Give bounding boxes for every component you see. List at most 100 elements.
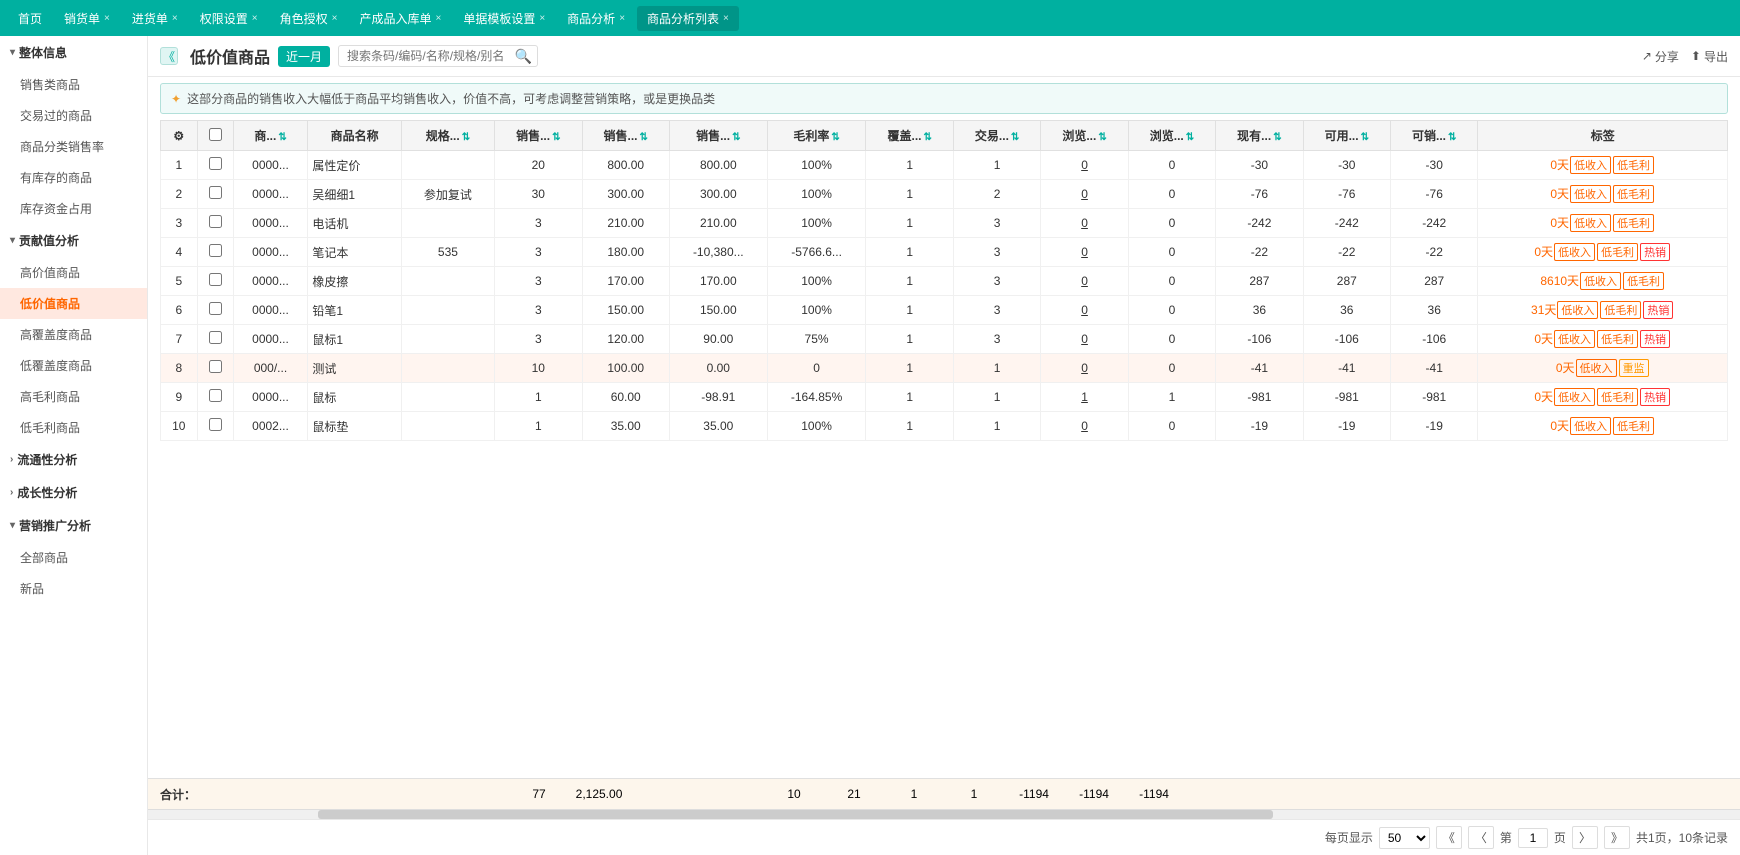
cell-current: -30 [1216, 151, 1303, 180]
nav-goods-analysis-list-close[interactable]: × [723, 13, 729, 24]
cell-coverage: 1 [866, 180, 953, 209]
table-row: 40000...笔记本5353180.00-10,380...-5766.6..… [161, 238, 1728, 267]
cell-browse1[interactable]: 0 [1041, 209, 1128, 238]
cell-browse1[interactable]: 0 [1041, 412, 1128, 441]
nav-template-settings[interactable]: 单据模板设置 × [453, 6, 555, 31]
nav-sales-order-close[interactable]: × [104, 13, 110, 24]
nav-home[interactable]: 首页 [8, 6, 52, 31]
row-checkbox-5[interactable] [209, 273, 222, 286]
sidebar-item-high-value[interactable]: 高价值商品 [0, 257, 147, 288]
cell-name: 鼠标1 [308, 325, 401, 354]
footer-empty2 [270, 785, 294, 803]
sidebar-item-all-goods[interactable]: 全部商品 [0, 542, 147, 573]
nav-purchase-order-close[interactable]: × [172, 13, 178, 24]
export-button[interactable]: ⬆ 导出 [1691, 48, 1728, 65]
cell-browse1[interactable]: 0 [1041, 238, 1128, 267]
total-info: 共1页，10条记录 [1636, 829, 1728, 846]
col-settings[interactable]: ⚙ [161, 121, 198, 151]
sidebar-item-traded-goods[interactable]: 交易过的商品 [0, 100, 147, 131]
sidebar-item-low-coverage[interactable]: 低覆盖度商品 [0, 350, 147, 381]
page-number-input[interactable] [1518, 828, 1548, 848]
cell-coverage: 1 [866, 354, 953, 383]
cell-browse1[interactable]: 0 [1041, 325, 1128, 354]
cell-browse1[interactable]: 0 [1041, 296, 1128, 325]
search-input[interactable] [338, 45, 538, 67]
next-page-button[interactable]: 〉 [1572, 826, 1598, 849]
sidebar-item-category-rate[interactable]: 商品分类销售率 [0, 131, 147, 162]
sidebar-collapse-button[interactable]: 《 [160, 47, 178, 65]
filter-recent-month[interactable]: 近一月 [278, 46, 330, 67]
sidebar-item-low-margin[interactable]: 低毛利商品 [0, 412, 147, 443]
cell-checkbox[interactable] [197, 383, 233, 412]
cell-checkbox[interactable] [197, 267, 233, 296]
tag-label: 热销 [1643, 301, 1673, 319]
cell-checkbox[interactable] [197, 180, 233, 209]
nav-sales-order[interactable]: 销货单 × [54, 6, 120, 31]
sidebar-item-high-coverage[interactable]: 高覆盖度商品 [0, 319, 147, 350]
cell-margin: 100% [767, 180, 866, 209]
sidebar-item-inventory-capital[interactable]: 库存资金占用 [0, 193, 147, 224]
cell-browse1[interactable]: 0 [1041, 267, 1128, 296]
row-checkbox-9[interactable] [209, 389, 222, 402]
sidebar-item-inventory-goods[interactable]: 有库存的商品 [0, 162, 147, 193]
nav-product-inbound[interactable]: 产成品入库单 × [349, 6, 451, 31]
per-page-select[interactable]: 50 100 200 [1379, 827, 1430, 849]
prev-page-button[interactable]: 〈 [1468, 826, 1494, 849]
sidebar-item-high-margin[interactable]: 高毛利商品 [0, 381, 147, 412]
cell-current: -22 [1216, 238, 1303, 267]
sidebar-group-marketing[interactable]: ▾ 营销推广分析 [0, 509, 147, 542]
cell-qty: 1 [495, 412, 582, 441]
nav-goods-analysis[interactable]: 商品分析 × [557, 6, 635, 31]
row-checkbox-7[interactable] [209, 331, 222, 344]
sidebar-group-contribution[interactable]: ▾ 贡献值分析 [0, 224, 147, 257]
nav-role-auth-close[interactable]: × [332, 13, 338, 24]
row-checkbox-1[interactable] [209, 157, 222, 170]
cell-checkbox[interactable] [197, 354, 233, 383]
sidebar-item-sales-goods[interactable]: 销售类商品 [0, 69, 147, 100]
tag-label: 低收入 [1570, 214, 1611, 232]
select-all-checkbox[interactable] [209, 128, 222, 141]
share-button[interactable]: ↗ 分享 [1642, 48, 1679, 65]
col-name: 商品名称 [308, 121, 401, 151]
last-page-button[interactable]: 》 [1604, 826, 1630, 849]
table-row: 70000...鼠标13120.0090.0075%1300-106-106-1… [161, 325, 1728, 354]
horizontal-scrollbar[interactable] [148, 809, 1740, 819]
nav-product-inbound-close[interactable]: × [435, 13, 441, 24]
row-checkbox-2[interactable] [209, 186, 222, 199]
nav-goods-analysis-close[interactable]: × [619, 13, 625, 24]
cell-checkbox[interactable] [197, 238, 233, 267]
nav-purchase-order[interactable]: 进货单 × [122, 6, 188, 31]
cell-checkbox[interactable] [197, 296, 233, 325]
row-checkbox-8[interactable] [209, 360, 222, 373]
sidebar-group-growth[interactable]: › 成长性分析 [0, 476, 147, 509]
sidebar-item-new-goods[interactable]: 新品 [0, 573, 147, 604]
nav-permission-close[interactable]: × [252, 13, 258, 24]
nav-permission[interactable]: 权限设置 × [190, 6, 268, 31]
sidebar-group-flow[interactable]: › 流通性分析 [0, 443, 147, 476]
first-page-button[interactable]: 《 [1436, 826, 1462, 849]
cell-checkbox[interactable] [197, 412, 233, 441]
header-actions: ↗ 分享 ⬆ 导出 [1642, 48, 1728, 65]
col-checkbox[interactable] [197, 121, 233, 151]
row-checkbox-4[interactable] [209, 244, 222, 257]
cell-checkbox[interactable] [197, 325, 233, 354]
row-checkbox-10[interactable] [209, 418, 222, 431]
footer-empty1 [200, 785, 270, 803]
nav-role-auth[interactable]: 角色授权 × [270, 6, 348, 31]
cell-checkbox[interactable] [197, 209, 233, 238]
cell-available: -106 [1303, 325, 1390, 354]
cell-code: 0000... [233, 238, 308, 267]
chevron-down-icon-3: ▾ [10, 520, 15, 531]
nav-goods-analysis-list[interactable]: 商品分析列表 × [637, 6, 739, 31]
cell-browse1[interactable]: 0 [1041, 354, 1128, 383]
cell-browse1[interactable]: 1 [1041, 383, 1128, 412]
sidebar-item-low-value[interactable]: 低价值商品 [0, 288, 147, 319]
cell-browse1[interactable]: 0 [1041, 180, 1128, 209]
nav-template-settings-close[interactable]: × [539, 13, 545, 24]
cell-checkbox[interactable] [197, 151, 233, 180]
row-checkbox-6[interactable] [209, 302, 222, 315]
row-checkbox-3[interactable] [209, 215, 222, 228]
cell-browse1[interactable]: 0 [1041, 151, 1128, 180]
cell-sales2: 210.00 [669, 209, 767, 238]
sidebar-group-overall[interactable]: ▾ 整体信息 [0, 36, 147, 69]
